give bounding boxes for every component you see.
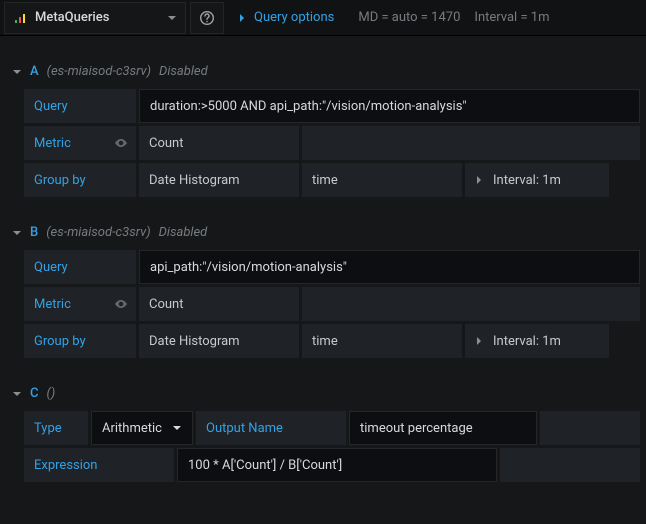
query-letter: A (30, 64, 39, 79)
spacer (302, 126, 640, 160)
query-b-header[interactable]: B (es-miaisod-c3srv) Disabled (6, 219, 640, 250)
expression-label: Expression (24, 448, 174, 482)
type-row: Type Arithmetic Output Name (24, 411, 640, 445)
groupby-row: Group by Date Histogram time Interval: 1… (24, 163, 640, 197)
interval-text: Interval = 1m (474, 10, 549, 25)
spacer (302, 287, 640, 321)
groupby-label: Group by (24, 163, 136, 197)
expression-input[interactable] (177, 448, 497, 482)
query-disabled-label: Disabled (159, 225, 208, 240)
help-icon (199, 10, 215, 26)
help-button[interactable] (190, 2, 224, 34)
metric-value[interactable]: Count (139, 287, 299, 321)
output-name-label: Output Name (196, 411, 346, 445)
query-c-body: Type Arithmetic Output Name Expression (6, 411, 640, 482)
max-data-points-text: MD = auto = 1470 (358, 10, 460, 25)
query-input[interactable] (139, 89, 640, 123)
chevron-right-icon (238, 13, 246, 23)
interval-value[interactable]: Interval: 1m (465, 324, 609, 358)
query-b-body: Query Metric Count Group by Date Histogr… (6, 250, 640, 358)
interval-text: Interval: 1m (493, 173, 561, 188)
query-disabled-label: Disabled (159, 64, 208, 79)
caret-down-icon (172, 423, 182, 433)
query-toolbar: MetaQueries Query options MD = auto = 14… (0, 0, 646, 36)
output-name-input[interactable] (349, 411, 537, 445)
chevron-down-icon (12, 389, 22, 399)
metric-label: Metric (24, 287, 136, 321)
metric-value[interactable]: Count (139, 126, 299, 160)
chevron-right-icon (475, 175, 483, 185)
query-letter: C (30, 386, 39, 401)
query-c-header[interactable]: C () (6, 380, 640, 411)
groupby-value[interactable]: Date Histogram (139, 163, 299, 197)
groupby-time[interactable]: time (302, 324, 462, 358)
queries-container: A (es-miaisod-c3srv) Disabled Query Metr… (0, 58, 646, 482)
expression-row: Expression (24, 448, 640, 482)
query-options-toggle[interactable]: Query options (228, 2, 344, 34)
query-datasource-paren: (es-miaisod-c3srv) (46, 225, 150, 240)
query-a-header[interactable]: A (es-miaisod-c3srv) Disabled (6, 58, 640, 89)
interval-value[interactable]: Interval: 1m (465, 163, 609, 197)
query-input[interactable] (139, 250, 640, 284)
query-letter: B (30, 225, 38, 240)
chevron-down-icon (12, 228, 22, 238)
eye-icon[interactable] (114, 136, 128, 150)
query-a: A (es-miaisod-c3srv) Disabled Query Metr… (6, 58, 640, 197)
query-datasource-paren: (es-miaisod-c3srv) (47, 64, 151, 79)
interval-text: Interval: 1m (493, 334, 561, 349)
query-b: B (es-miaisod-c3srv) Disabled Query Metr… (6, 219, 640, 358)
query-datasource-paren: () (47, 386, 56, 401)
query-label: Query (24, 250, 136, 284)
groupby-value[interactable]: Date Histogram (139, 324, 299, 358)
query-a-body: Query Metric Count Group by Date Histogr… (6, 89, 640, 197)
query-row: Query (24, 250, 640, 284)
query-options-label: Query options (254, 10, 334, 25)
metric-label: Metric (24, 126, 136, 160)
spacer (540, 411, 640, 445)
datasource-name: MetaQueries (35, 10, 167, 25)
groupby-time[interactable]: time (302, 163, 462, 197)
spacer (500, 448, 640, 482)
chevron-down-icon (12, 67, 22, 77)
query-c: C () Type Arithmetic Output Name Express… (6, 380, 640, 482)
chevron-down-icon (167, 13, 177, 23)
groupby-row: Group by Date Histogram time Interval: 1… (24, 324, 640, 358)
metric-row: Metric Count (24, 287, 640, 321)
query-row: Query (24, 89, 640, 123)
metric-row: Metric Count (24, 126, 640, 160)
type-value: Arithmetic (102, 421, 162, 436)
type-label: Type (24, 411, 88, 445)
datasource-picker[interactable]: MetaQueries (4, 2, 186, 34)
metric-label-text: Metric (34, 136, 71, 151)
query-label: Query (24, 89, 136, 123)
metric-label-text: Metric (34, 297, 71, 312)
datasource-icon (13, 11, 27, 25)
groupby-label: Group by (24, 324, 136, 358)
type-select[interactable]: Arithmetic (91, 411, 193, 445)
eye-icon[interactable] (114, 297, 128, 311)
chevron-right-icon (475, 336, 483, 346)
